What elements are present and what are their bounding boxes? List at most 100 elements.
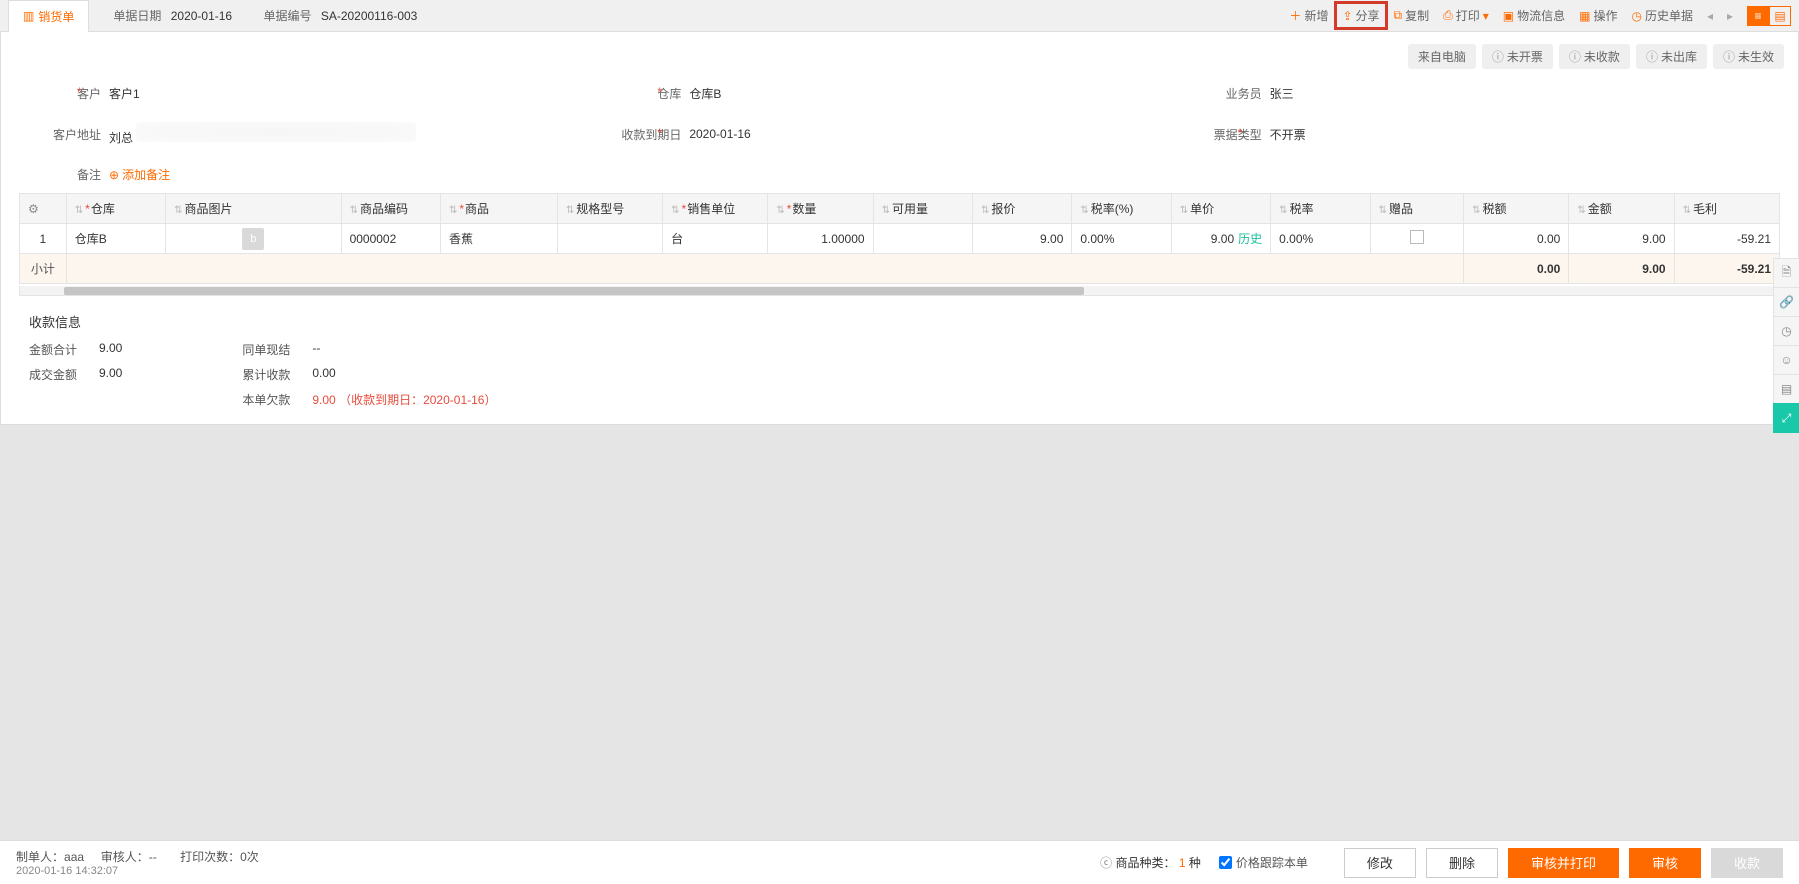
footer-buttons: 修改 删除 审核并打印 审核 收款 — [1344, 848, 1783, 878]
rail-extra-button[interactable]: ▤ — [1773, 374, 1799, 404]
col-qty[interactable]: ⇅*数量 — [768, 194, 873, 224]
warehouse-value: 仓库B — [689, 85, 721, 102]
col-available[interactable]: ⇅可用量 — [873, 194, 972, 224]
price-follow-checkbox[interactable] — [1219, 856, 1232, 869]
same-value: -- — [312, 341, 320, 358]
info-icon: ⓘ — [1569, 48, 1581, 65]
col-unit[interactable]: ⇅*销售单位 — [663, 194, 768, 224]
customer-label: 客户 — [29, 85, 109, 102]
col-tax-rate[interactable]: ⇅税率(%) — [1072, 194, 1171, 224]
edit-button[interactable]: 修改 — [1344, 848, 1416, 878]
cum-value: 0.00 — [312, 366, 335, 383]
doc-icon: ▤ — [1781, 382, 1792, 396]
cell-code: 0000002 — [341, 224, 440, 254]
history-icon: ◷ — [1632, 9, 1642, 23]
status-not-invoiced[interactable]: ⓘ未开票 — [1482, 44, 1553, 69]
logistics-button[interactable]: ▣物流信息 — [1497, 3, 1571, 28]
status-not-out[interactable]: ⓘ未出库 — [1636, 44, 1707, 69]
form-grid: 客户 客户1 仓库 仓库B 业务员 张三 客户地址 刘总 收款到期日 2020-… — [1, 69, 1798, 193]
cell-quote: 9.00 — [972, 224, 1071, 254]
cell-product: 香蕉 — [440, 224, 557, 254]
col-gift[interactable]: ⇅赠品 — [1370, 194, 1464, 224]
info-icon: ⓘ — [1646, 48, 1658, 65]
top-actions: ＋新增 ⇪分享 ⧉复制 ⎙打印▾ ▣物流信息 ▦操作 ◷历史单据 ◂ ▸ ≡ ▤ — [1283, 3, 1791, 28]
col-code[interactable]: ⇅商品编码 — [341, 194, 440, 224]
rail-note-button[interactable]: 🗎 — [1773, 258, 1799, 288]
truck-icon: ▣ — [1503, 9, 1514, 23]
cell-image: b — [166, 224, 341, 254]
cell-idx: 1 — [20, 224, 67, 254]
add-remark-button[interactable]: ⊕ 添加备注 — [109, 166, 170, 183]
grid-icon: ▦ — [1579, 9, 1590, 23]
footer-timestamp: 2020-01-16 14:32:07 — [16, 865, 259, 877]
history-button[interactable]: ◷历史单据 — [1626, 3, 1700, 28]
status-not-received[interactable]: ⓘ未收款 — [1559, 44, 1630, 69]
col-price[interactable]: ⇅单价 — [1171, 194, 1270, 224]
maker-value: aaa — [64, 850, 84, 864]
col-tax-amount[interactable]: ⇅税额 — [1464, 194, 1569, 224]
address-masked — [136, 122, 416, 142]
rail-log-button[interactable]: ◷ — [1773, 316, 1799, 346]
cell-qty: 1.00000 — [768, 224, 873, 254]
horizontal-scrollbar[interactable] — [19, 286, 1780, 296]
audit-print-button[interactable]: 审核并打印 — [1508, 848, 1619, 878]
subtotal-amount: 9.00 — [1569, 254, 1674, 284]
gift-checkbox[interactable] — [1410, 230, 1424, 244]
col-spec[interactable]: ⇅规格型号 — [557, 194, 662, 224]
cell-tax-amount: 0.00 — [1464, 224, 1569, 254]
tab-sales-order[interactable]: ▥ 销货单 — [8, 0, 89, 32]
table-row[interactable]: 1 仓库B b 0000002 香蕉 台 1.00000 9.00 0.00% … — [20, 224, 1780, 254]
footer-center: ⓒ 商品种类： 1 种 价格跟踪本单 修改 删除 审核并打印 审核 收款 — [1100, 848, 1783, 878]
due-label: 收款到期日 — [609, 126, 689, 143]
next-button[interactable]: ▸ — [1721, 7, 1739, 25]
rail-attach-button[interactable]: 🔗 — [1773, 287, 1799, 317]
address-value: 刘总 — [109, 122, 416, 146]
rail-expand-button[interactable]: ⤢ — [1773, 403, 1799, 433]
col-profit[interactable]: ⇅毛利 — [1674, 194, 1779, 224]
subtotal-profit: -59.21 — [1674, 254, 1779, 284]
copy-button[interactable]: ⧉复制 — [1388, 3, 1436, 28]
col-product[interactable]: ⇅*商品 — [440, 194, 557, 224]
cum-label: 累计收款 — [242, 366, 312, 383]
invoice-type-value: 不开票 — [1270, 126, 1306, 143]
customer-value: 客户1 — [109, 85, 140, 102]
operate-button[interactable]: ▦操作 — [1573, 3, 1623, 28]
chevron-down-icon: ▾ — [1483, 9, 1489, 23]
price-follow-check[interactable]: 价格跟踪本单 — [1219, 854, 1308, 871]
user-icon: ☺ — [1780, 353, 1792, 367]
view-card-button[interactable]: ▤ — [1769, 6, 1791, 26]
col-amount[interactable]: ⇅金额 — [1569, 194, 1674, 224]
print-button[interactable]: ⎙打印▾ — [1437, 3, 1495, 28]
salesman-value: 张三 — [1270, 85, 1294, 102]
prev-button[interactable]: ◂ — [1701, 7, 1719, 25]
delete-button[interactable]: 删除 — [1426, 848, 1498, 878]
status-from: 来自电脑 — [1408, 44, 1476, 69]
rail-user-button[interactable]: ☺ — [1773, 345, 1799, 375]
audit-button[interactable]: 审核 — [1629, 848, 1701, 878]
share-button[interactable]: ⇪分享 — [1336, 3, 1385, 28]
price-history-link[interactable]: 历史 — [1238, 232, 1262, 246]
col-gear[interactable]: ⚙ — [20, 194, 67, 224]
cell-price: 9.00历史 — [1171, 224, 1270, 254]
col-quote[interactable]: ⇅报价 — [972, 194, 1071, 224]
footer: 制单人：aaa 审核人：-- 打印次数：0次 2020-01-16 14:32:… — [0, 840, 1799, 884]
top-bar: ▥ 销货单 单据日期 2020-01-16 单据编号 SA-20200116-0… — [0, 0, 1799, 32]
due-value: 2020-01-16 — [689, 127, 750, 141]
expand-icon: ⤢ — [1782, 411, 1792, 426]
scrollbar-thumb[interactable] — [64, 287, 1084, 295]
cell-profit: -59.21 — [1674, 224, 1779, 254]
col-warehouse[interactable]: ⇅*仓库 — [66, 194, 165, 224]
status-not-effective[interactable]: ⓘ未生效 — [1713, 44, 1784, 69]
header-meta: 单据日期 2020-01-16 单据编号 SA-20200116-003 — [113, 7, 445, 24]
owe-value: 9.00 （收款到期日：2020-01-16） — [312, 391, 496, 408]
col-tax[interactable]: ⇅税率 — [1271, 194, 1370, 224]
col-image[interactable]: ⇅商品图片 — [166, 194, 341, 224]
subtotal-tax-amount: 0.00 — [1464, 254, 1569, 284]
view-list-button[interactable]: ≡ — [1747, 6, 1769, 26]
receive-button[interactable]: 收款 — [1711, 848, 1783, 878]
print-label: 打印次数： — [180, 850, 240, 864]
chart-icon: ▥ — [23, 9, 34, 23]
new-button[interactable]: ＋新增 — [1283, 3, 1334, 28]
date-value: 2020-01-16 — [171, 9, 232, 23]
copyright-icon: ⓒ — [1100, 856, 1112, 870]
